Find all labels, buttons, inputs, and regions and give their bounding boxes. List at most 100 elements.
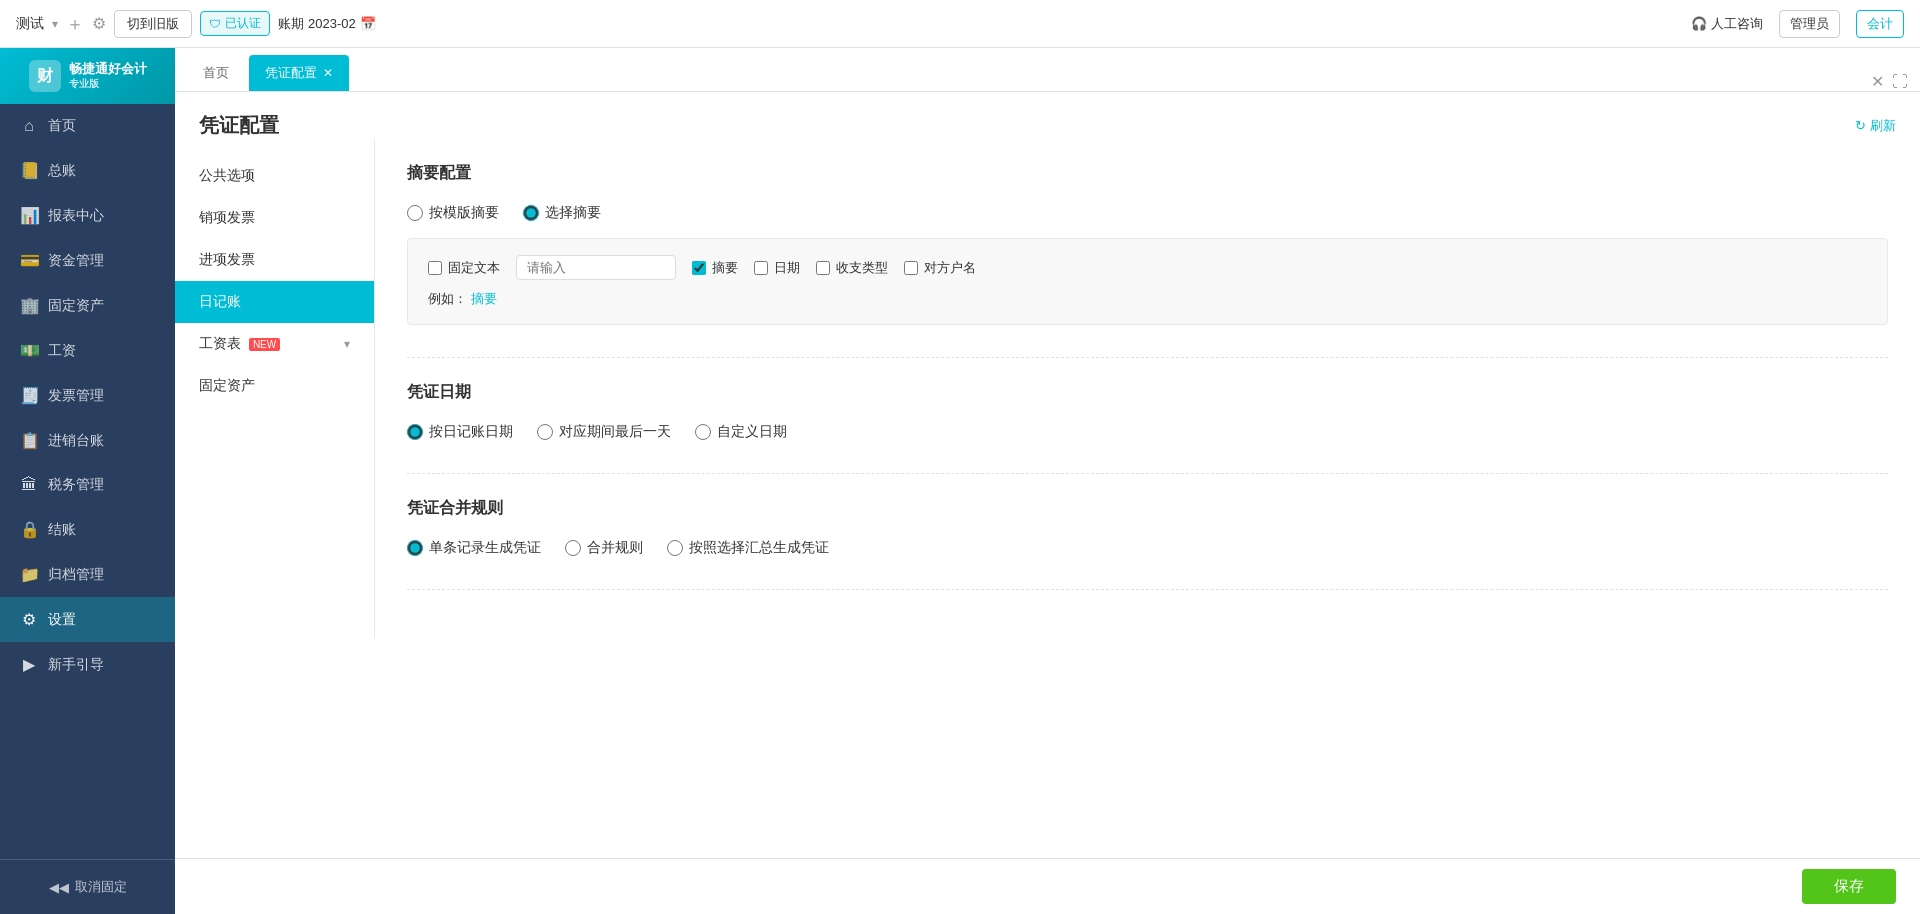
summary-template-radio[interactable] [407, 205, 423, 221]
fixed-text-checkbox[interactable] [428, 261, 442, 275]
sidebar-item-settings[interactable]: ⚙ 设置 [0, 597, 175, 642]
add-project-icon[interactable]: ＋ [66, 12, 84, 36]
home-icon: ⌂ [20, 117, 38, 135]
sidebar-item-home[interactable]: ⌂ 首页 [0, 104, 175, 148]
accountant-button[interactable]: 会计 [1856, 10, 1904, 38]
single-option[interactable]: 单条记录生成凭证 [407, 539, 541, 557]
sidebar-item-close[interactable]: 🔒 结账 [0, 507, 175, 552]
merge-section: 凭证合并规则 单条记录生成凭证 合并规则 [407, 498, 1888, 557]
sidebar-item-purchase[interactable]: 📋 进销台账 [0, 418, 175, 463]
merge-rule-option[interactable]: 合并规则 [565, 539, 643, 557]
config-nav-sales[interactable]: 销项发票 [175, 197, 374, 239]
config-nav-journal-label: 日记账 [199, 293, 241, 309]
guide-icon: ▶ [20, 655, 38, 674]
consult-button[interactable]: 🎧 人工咨询 [1691, 15, 1763, 33]
sidebar-item-ledger[interactable]: 📒 总账 [0, 148, 175, 193]
manager-button[interactable]: 管理员 [1779, 10, 1840, 38]
fixed-text-label: 固定文本 [448, 259, 500, 277]
switch-old-button[interactable]: 切到旧版 [114, 10, 192, 38]
counterpart-checkbox-item[interactable]: 对方户名 [904, 259, 976, 277]
select-summary-radio[interactable] [667, 540, 683, 556]
summary-select-option[interactable]: 选择摘要 [523, 204, 601, 222]
sidebar-logo: 财 畅捷通好会计 专业版 [0, 48, 175, 104]
custom-date-radio[interactable] [695, 424, 711, 440]
sidebar-item-label: 报表中心 [48, 207, 104, 225]
top-bar-left: 测试 ▾ ＋ ⚙ 切到旧版 🛡 已认证 账期 2023-02 📅 [16, 10, 376, 38]
logo-text: 畅捷通好会计 专业版 [69, 61, 147, 91]
settings-sidebar-icon: ⚙ [20, 610, 38, 629]
date-checkbox-item[interactable]: 日期 [754, 259, 800, 277]
merge-rule-radio[interactable] [565, 540, 581, 556]
config-nav-salary-label: 工资表 NEW [199, 335, 280, 353]
close-tab-button[interactable]: ✕ [1871, 72, 1884, 91]
sidebar-item-invoices[interactable]: 🧾 发票管理 [0, 373, 175, 418]
bottom-bar: 保存 [175, 858, 1920, 914]
sidebar-item-tax[interactable]: 🏛 税务管理 [0, 463, 175, 507]
save-button[interactable]: 保存 [1802, 869, 1896, 904]
tab-close-icon[interactable]: ✕ [323, 66, 333, 80]
income-type-checkbox[interactable] [816, 261, 830, 275]
summary-box-row: 固定文本 摘要 日期 [428, 255, 1867, 280]
counterpart-checkbox[interactable] [904, 261, 918, 275]
journal-date-option[interactable]: 按日记账日期 [407, 423, 513, 441]
cancel-fixed-button[interactable]: ◀◀ 取消固定 [0, 870, 175, 904]
fullscreen-tab-button[interactable]: ⛶ [1892, 73, 1908, 91]
refresh-icon: ↻ [1855, 118, 1866, 133]
summary-select-label: 选择摘要 [545, 204, 601, 222]
nav-arrow-icon: ▾ [344, 337, 350, 351]
tab-home-label: 首页 [203, 64, 229, 82]
shield-icon: 🛡 [209, 17, 221, 31]
custom-date-option[interactable]: 自定义日期 [695, 423, 787, 441]
sidebar-item-archive[interactable]: 📁 归档管理 [0, 552, 175, 597]
project-dropdown-icon[interactable]: ▾ [52, 17, 58, 31]
logo-sub: 专业版 [69, 77, 147, 91]
project-name: 测试 [16, 15, 44, 33]
sidebar-item-label: 归档管理 [48, 566, 104, 584]
fixed-text-input[interactable] [516, 255, 676, 280]
journal-date-radio[interactable] [407, 424, 423, 440]
date-section: 凭证日期 按日记账日期 对应期间最后一天 [407, 382, 1888, 441]
summary-checkbox[interactable] [692, 261, 706, 275]
refresh-button[interactable]: ↻ 刷新 [1855, 117, 1896, 135]
income-type-checkbox-item[interactable]: 收支类型 [816, 259, 888, 277]
summary-template-option[interactable]: 按模版摘要 [407, 204, 499, 222]
sidebar-item-label: 首页 [48, 117, 76, 135]
config-nav-salary[interactable]: 工资表 NEW ▾ [175, 323, 374, 365]
consult-label: 人工咨询 [1711, 15, 1763, 33]
sidebar-item-label: 进销台账 [48, 432, 104, 450]
single-radio[interactable] [407, 540, 423, 556]
sidebar-item-label: 结账 [48, 521, 76, 539]
logo-icon: 财 [29, 60, 61, 92]
fixed-text-checkbox-item[interactable]: 固定文本 [428, 259, 500, 277]
tab-bar: 首页 凭证配置 ✕ ✕ ⛶ [175, 48, 1920, 92]
sidebar-item-funds[interactable]: 💳 资金管理 [0, 238, 175, 283]
config-nav-journal[interactable]: 日记账 [175, 281, 374, 323]
summary-select-radio[interactable] [523, 205, 539, 221]
date-checkbox[interactable] [754, 261, 768, 275]
sidebar-item-label: 总账 [48, 162, 76, 180]
config-nav-fixed-assets[interactable]: 固定资产 [175, 365, 374, 407]
settings-icon[interactable]: ⚙ [92, 14, 106, 33]
period-last-option[interactable]: 对应期间最后一天 [537, 423, 671, 441]
config-nav-purchase-inv[interactable]: 进项发票 [175, 239, 374, 281]
sidebar-item-reports[interactable]: 📊 报表中心 [0, 193, 175, 238]
period-label: 账期 [278, 15, 304, 33]
select-summary-label: 按照选择汇总生成凭证 [689, 539, 829, 557]
config-main: 摘要配置 按模版摘要 选择摘要 [375, 139, 1920, 638]
select-summary-option[interactable]: 按照选择汇总生成凭证 [667, 539, 829, 557]
ledger-icon: 📒 [20, 161, 38, 180]
period-last-radio[interactable] [537, 424, 553, 440]
summary-title: 摘要配置 [407, 163, 1888, 184]
example-text: 例如： 摘要 [428, 290, 1867, 308]
tab-voucher-config[interactable]: 凭证配置 ✕ [249, 55, 349, 91]
sidebar-item-wages[interactable]: 💵 工资 [0, 328, 175, 373]
sidebar-item-assets[interactable]: 🏢 固定资产 [0, 283, 175, 328]
tab-bar-actions: ✕ ⛶ [1871, 72, 1908, 91]
calendar-icon[interactable]: 📅 [360, 16, 376, 31]
config-nav-public[interactable]: 公共选项 [175, 155, 374, 197]
purchase-icon: 📋 [20, 431, 38, 450]
sidebar-item-guide[interactable]: ▶ 新手引导 [0, 642, 175, 687]
tab-home[interactable]: 首页 [187, 55, 245, 91]
close-period-icon: 🔒 [20, 520, 38, 539]
summary-checkbox-item[interactable]: 摘要 [692, 259, 738, 277]
